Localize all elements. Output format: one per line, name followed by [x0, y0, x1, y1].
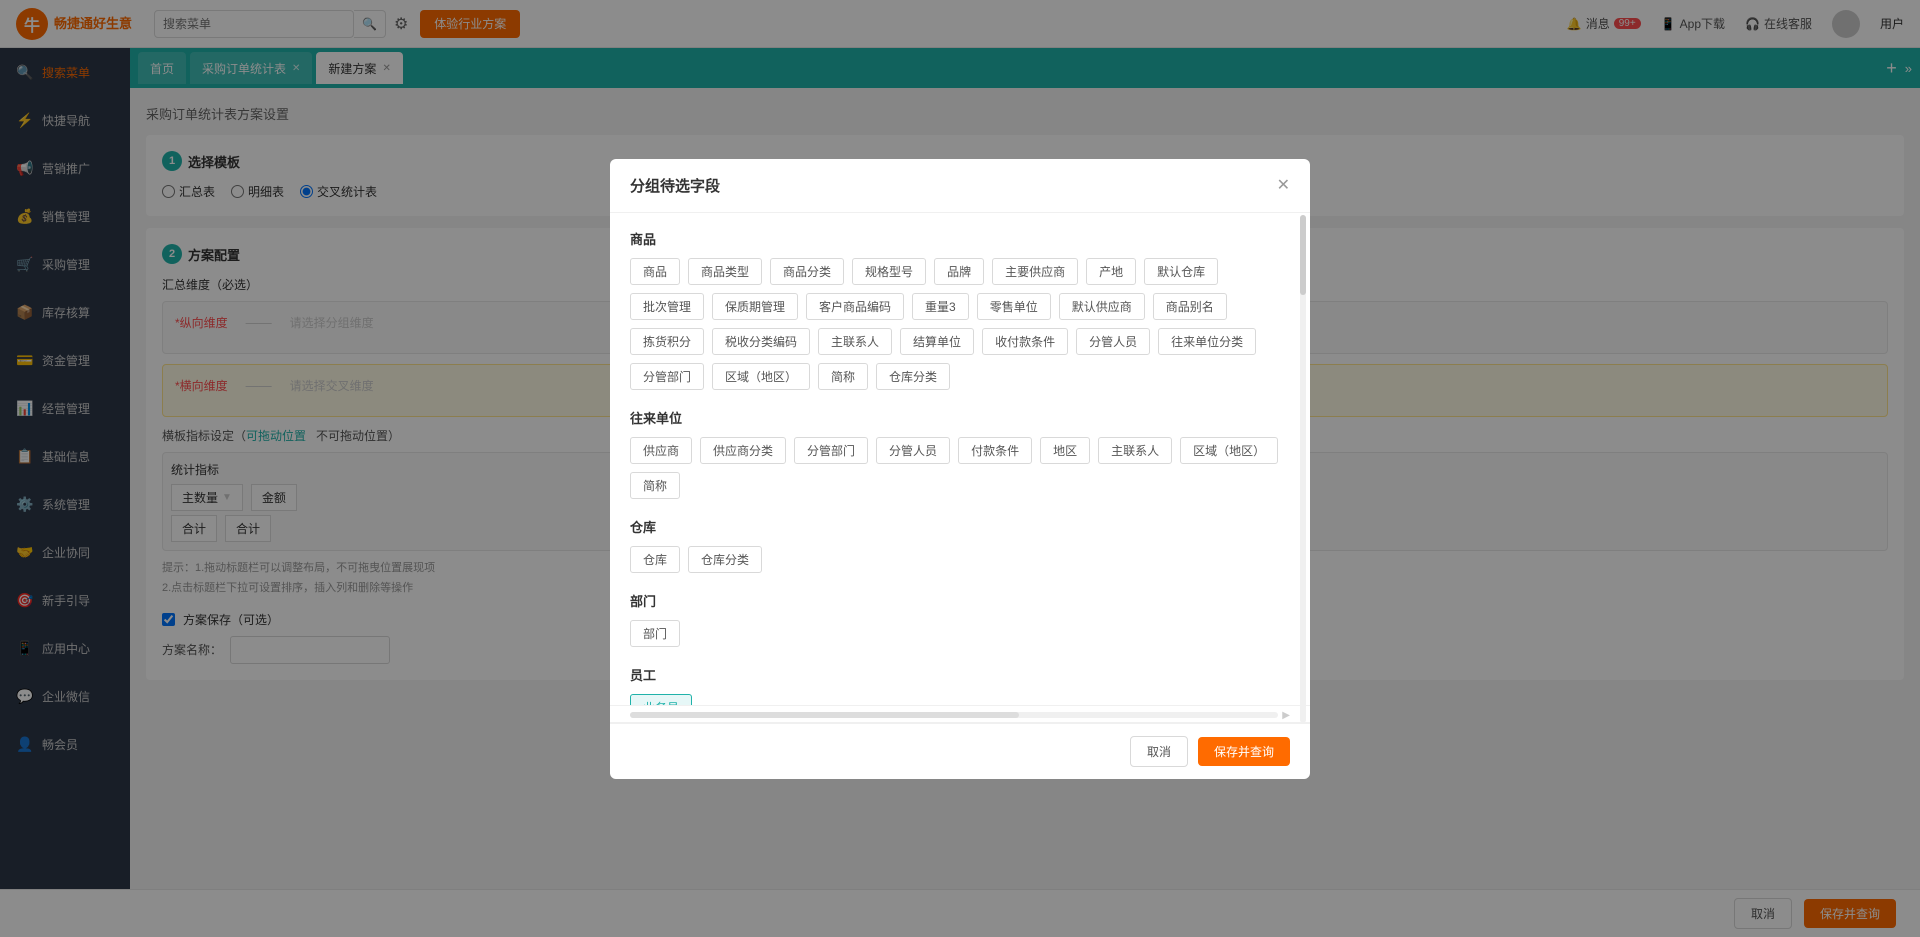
- field-main-contact[interactable]: 主联系人: [818, 328, 892, 355]
- field-dept-mgmt[interactable]: 分管部门: [794, 437, 868, 464]
- field-main-contact2[interactable]: 主联系人: [1098, 437, 1172, 464]
- modal: 分组待选字段 ✕ 商品 商品 商品类型 商品分类 规格型号 品牌 主要供应商 产…: [610, 159, 1310, 779]
- field-manager[interactable]: 分管人员: [1076, 328, 1150, 355]
- field-wh[interactable]: 仓库: [630, 546, 680, 573]
- field-short-name[interactable]: 简称: [818, 363, 868, 390]
- section-employee-title: 员工: [630, 665, 1290, 684]
- modal-cancel-button[interactable]: 取消: [1130, 736, 1188, 767]
- field-pick-points[interactable]: 拣货积分: [630, 328, 704, 355]
- field-region2[interactable]: 区域（地区）: [1180, 437, 1278, 464]
- field-supplier-category[interactable]: 供应商分类: [700, 437, 786, 464]
- field-partner-category[interactable]: 往来单位分类: [1158, 328, 1256, 355]
- field-origin[interactable]: 产地: [1086, 258, 1136, 285]
- department-field-grid: 部门: [630, 620, 1290, 647]
- section-product-title: 商品: [630, 229, 1290, 248]
- overlay: 分组待选字段 ✕ 商品 商品 商品类型 商品分类 规格型号 品牌 主要供应商 产…: [0, 0, 1920, 937]
- field-payment-cond[interactable]: 付款条件: [958, 437, 1032, 464]
- modal-scrollbar-thumb[interactable]: [1300, 215, 1306, 295]
- field-default-supplier[interactable]: 默认供应商: [1059, 293, 1145, 320]
- field-customer-code[interactable]: 客户商品编码: [806, 293, 904, 320]
- field-retail-unit[interactable]: 零售单位: [977, 293, 1051, 320]
- modal-hscroll: ▶: [610, 705, 1310, 723]
- field-weight3[interactable]: 重量3: [912, 293, 969, 320]
- field-person-mgmt[interactable]: 分管人员: [876, 437, 950, 464]
- modal-footer: 取消 保存并查询: [610, 723, 1310, 779]
- field-region[interactable]: 区域（地区）: [712, 363, 810, 390]
- section-department: 部门 部门: [630, 591, 1290, 647]
- hscroll-thumb[interactable]: [630, 712, 1019, 718]
- field-warehouse-cat[interactable]: 仓库分类: [876, 363, 950, 390]
- modal-body[interactable]: 商品 商品 商品类型 商品分类 规格型号 品牌 主要供应商 产地 默认仓库 批次…: [610, 213, 1310, 705]
- product-field-grid: 商品 商品类型 商品分类 规格型号 品牌 主要供应商 产地 默认仓库 批次管理 …: [630, 258, 1290, 390]
- section-employee: 员工 业务员: [630, 665, 1290, 705]
- section-department-title: 部门: [630, 591, 1290, 610]
- field-shelf-life[interactable]: 保质期管理: [712, 293, 798, 320]
- field-payment-terms[interactable]: 收付款条件: [982, 328, 1068, 355]
- field-product-alias[interactable]: 商品别名: [1153, 293, 1227, 320]
- hscroll-right-arrow[interactable]: ▶: [1282, 710, 1290, 721]
- field-tax-code[interactable]: 税收分类编码: [712, 328, 810, 355]
- field-area[interactable]: 地区: [1040, 437, 1090, 464]
- field-short-name2[interactable]: 简称: [630, 472, 680, 499]
- modal-scrollbar-track[interactable]: [1300, 215, 1306, 723]
- hscroll-track[interactable]: [630, 712, 1278, 718]
- field-dept[interactable]: 部门: [630, 620, 680, 647]
- field-product-type[interactable]: 商品类型: [688, 258, 762, 285]
- field-brand[interactable]: 品牌: [934, 258, 984, 285]
- field-spec-model[interactable]: 规格型号: [852, 258, 926, 285]
- field-main-supplier[interactable]: 主要供应商: [992, 258, 1078, 285]
- employee-field-grid: 业务员: [630, 694, 1290, 705]
- field-salesperson[interactable]: 业务员: [630, 694, 692, 705]
- section-warehouse-title: 仓库: [630, 517, 1290, 536]
- section-product: 商品 商品 商品类型 商品分类 规格型号 品牌 主要供应商 产地 默认仓库 批次…: [630, 229, 1290, 390]
- field-batch-mgmt[interactable]: 批次管理: [630, 293, 704, 320]
- field-supplier[interactable]: 供应商: [630, 437, 692, 464]
- field-dept-in-charge[interactable]: 分管部门: [630, 363, 704, 390]
- section-warehouse: 仓库 仓库 仓库分类: [630, 517, 1290, 573]
- field-default-warehouse[interactable]: 默认仓库: [1144, 258, 1218, 285]
- partner-field-grid: 供应商 供应商分类 分管部门 分管人员 付款条件 地区 主联系人 区域（地区） …: [630, 437, 1290, 499]
- modal-close-button[interactable]: ✕: [1277, 175, 1290, 195]
- field-settlement-unit[interactable]: 结算单位: [900, 328, 974, 355]
- section-partner: 往来单位 供应商 供应商分类 分管部门 分管人员 付款条件 地区 主联系人 区域…: [630, 408, 1290, 499]
- warehouse-field-grid: 仓库 仓库分类: [630, 546, 1290, 573]
- field-product[interactable]: 商品: [630, 258, 680, 285]
- field-wh-category[interactable]: 仓库分类: [688, 546, 762, 573]
- modal-body-separator: [610, 722, 1310, 723]
- modal-title: 分组待选字段: [630, 175, 720, 196]
- field-product-category[interactable]: 商品分类: [770, 258, 844, 285]
- modal-save-button[interactable]: 保存并查询: [1198, 737, 1290, 766]
- modal-header: 分组待选字段 ✕: [610, 159, 1310, 213]
- section-partner-title: 往来单位: [630, 408, 1290, 427]
